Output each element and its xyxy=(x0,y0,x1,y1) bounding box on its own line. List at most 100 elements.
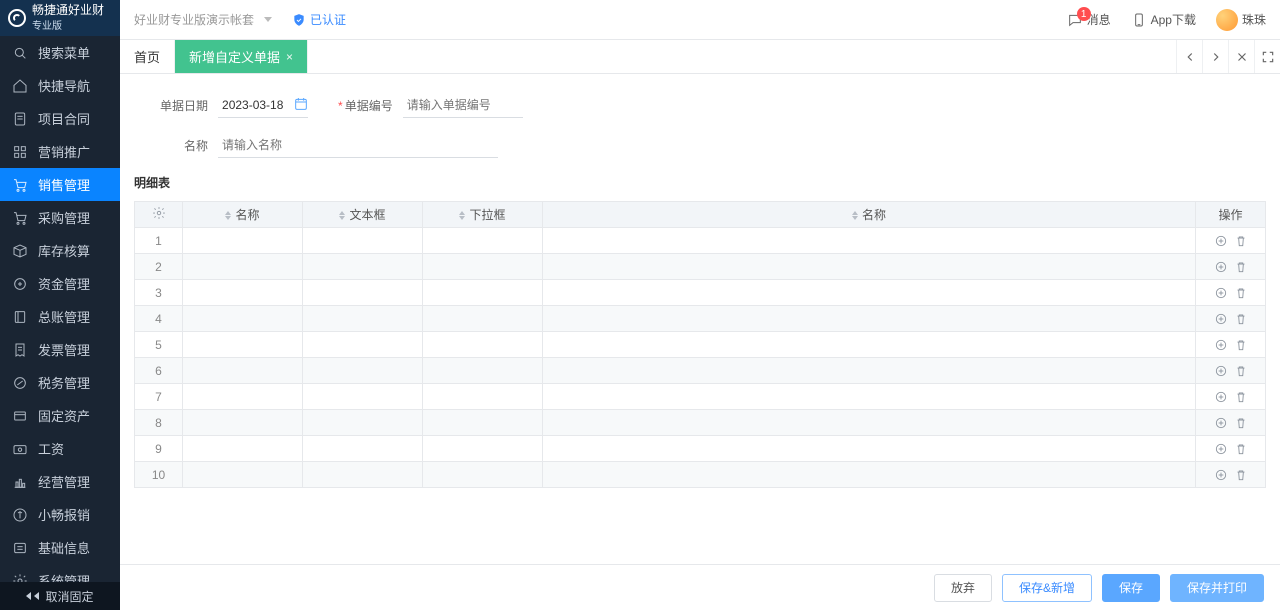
delete-row-icon[interactable] xyxy=(1234,416,1248,430)
sidebar-item-7[interactable]: 资金管理 xyxy=(0,267,120,300)
app-download-button[interactable]: App下载 xyxy=(1131,11,1196,28)
cell[interactable] xyxy=(303,384,423,410)
name-input[interactable] xyxy=(218,132,498,158)
cell[interactable] xyxy=(183,358,303,384)
add-row-icon[interactable] xyxy=(1214,416,1228,430)
delete-row-icon[interactable] xyxy=(1234,234,1248,248)
cell[interactable] xyxy=(303,358,423,384)
add-row-icon[interactable] xyxy=(1214,338,1228,352)
cell[interactable] xyxy=(303,254,423,280)
delete-row-icon[interactable] xyxy=(1234,364,1248,378)
cell[interactable] xyxy=(303,462,423,488)
cell[interactable] xyxy=(183,462,303,488)
save-button[interactable]: 保存 xyxy=(1102,574,1160,602)
account-switcher[interactable]: 好业财专业版演示帐套 xyxy=(134,11,272,28)
delete-row-icon[interactable] xyxy=(1234,390,1248,404)
cell[interactable] xyxy=(543,462,1196,488)
table-row[interactable]: 4 xyxy=(135,306,1266,332)
add-row-icon[interactable] xyxy=(1214,312,1228,326)
cell[interactable] xyxy=(543,280,1196,306)
cell[interactable] xyxy=(543,436,1196,462)
table-row[interactable]: 6 xyxy=(135,358,1266,384)
cell[interactable] xyxy=(543,254,1196,280)
add-row-icon[interactable] xyxy=(1214,286,1228,300)
cell[interactable] xyxy=(423,462,543,488)
calendar-icon[interactable] xyxy=(293,96,309,112)
cell[interactable] xyxy=(543,410,1196,436)
cell[interactable] xyxy=(423,254,543,280)
save-new-button[interactable]: 保存&新增 xyxy=(1002,574,1092,602)
cell[interactable] xyxy=(543,358,1196,384)
cell[interactable] xyxy=(423,306,543,332)
sidebar-item-12[interactable]: 工资 xyxy=(0,432,120,465)
tab-close-all[interactable] xyxy=(1228,40,1254,73)
cell[interactable] xyxy=(423,332,543,358)
delete-row-icon[interactable] xyxy=(1234,338,1248,352)
pin-toggle[interactable]: 取消固定 xyxy=(0,582,120,610)
cell[interactable] xyxy=(183,436,303,462)
cell[interactable] xyxy=(543,332,1196,358)
delete-row-icon[interactable] xyxy=(1234,312,1248,326)
cell[interactable] xyxy=(183,228,303,254)
discard-button[interactable]: 放弃 xyxy=(934,574,992,602)
sidebar-item-6[interactable]: 库存核算 xyxy=(0,234,120,267)
cell[interactable] xyxy=(303,306,423,332)
sidebar-item-10[interactable]: 税务管理 xyxy=(0,366,120,399)
cell[interactable] xyxy=(183,254,303,280)
cell[interactable] xyxy=(423,436,543,462)
tab-next[interactable] xyxy=(1202,40,1228,73)
add-row-icon[interactable] xyxy=(1214,390,1228,404)
cell[interactable] xyxy=(423,384,543,410)
tab-home[interactable]: 首页 xyxy=(120,40,175,73)
sidebar-item-13[interactable]: 经营管理 xyxy=(0,465,120,498)
table-row[interactable]: 9 xyxy=(135,436,1266,462)
cell[interactable] xyxy=(423,410,543,436)
cell[interactable] xyxy=(543,228,1196,254)
cell[interactable] xyxy=(303,280,423,306)
table-row[interactable]: 1 xyxy=(135,228,1266,254)
cell[interactable] xyxy=(183,280,303,306)
cell[interactable] xyxy=(183,332,303,358)
sidebar-item-16[interactable]: 系统管理 xyxy=(0,564,120,582)
code-input[interactable] xyxy=(403,92,523,118)
add-row-icon[interactable] xyxy=(1214,442,1228,456)
table-row[interactable]: 3 xyxy=(135,280,1266,306)
messages-button[interactable]: 1 消息 xyxy=(1067,11,1111,28)
col-header[interactable]: 名称 xyxy=(543,202,1196,228)
tab-custom-doc[interactable]: 新增自定义单据 × xyxy=(175,40,308,73)
sidebar-item-2[interactable]: 项目合同 xyxy=(0,102,120,135)
add-row-icon[interactable] xyxy=(1214,234,1228,248)
save-print-button[interactable]: 保存并打印 xyxy=(1170,574,1264,602)
sidebar-item-5[interactable]: 采购管理 xyxy=(0,201,120,234)
table-row[interactable]: 2 xyxy=(135,254,1266,280)
cell[interactable] xyxy=(183,410,303,436)
cell[interactable] xyxy=(303,436,423,462)
cell[interactable] xyxy=(303,410,423,436)
delete-row-icon[interactable] xyxy=(1234,286,1248,300)
sidebar-item-15[interactable]: 基础信息 xyxy=(0,531,120,564)
sidebar-item-3[interactable]: 营销推广 xyxy=(0,135,120,168)
sidebar-item-11[interactable]: 固定资产 xyxy=(0,399,120,432)
table-row[interactable]: 8 xyxy=(135,410,1266,436)
add-row-icon[interactable] xyxy=(1214,260,1228,274)
cell[interactable] xyxy=(543,384,1196,410)
sidebar-item-4[interactable]: 销售管理 xyxy=(0,168,120,201)
sidebar-item-14[interactable]: 小畅报销 xyxy=(0,498,120,531)
cell[interactable] xyxy=(183,306,303,332)
close-icon[interactable]: × xyxy=(286,50,293,64)
cell[interactable] xyxy=(423,358,543,384)
table-row[interactable]: 10 xyxy=(135,462,1266,488)
sidebar-item-8[interactable]: 总账管理 xyxy=(0,300,120,333)
fullscreen-toggle[interactable] xyxy=(1254,40,1280,73)
user-menu[interactable]: 珠珠 xyxy=(1216,9,1266,31)
sidebar-item-9[interactable]: 发票管理 xyxy=(0,333,120,366)
cell[interactable] xyxy=(303,332,423,358)
col-settings[interactable] xyxy=(135,202,183,228)
cell[interactable] xyxy=(543,306,1196,332)
delete-row-icon[interactable] xyxy=(1234,468,1248,482)
cell[interactable] xyxy=(423,280,543,306)
col-header[interactable]: 下拉框 xyxy=(423,202,543,228)
tab-prev[interactable] xyxy=(1176,40,1202,73)
col-header[interactable]: 名称 xyxy=(183,202,303,228)
table-row[interactable]: 7 xyxy=(135,384,1266,410)
